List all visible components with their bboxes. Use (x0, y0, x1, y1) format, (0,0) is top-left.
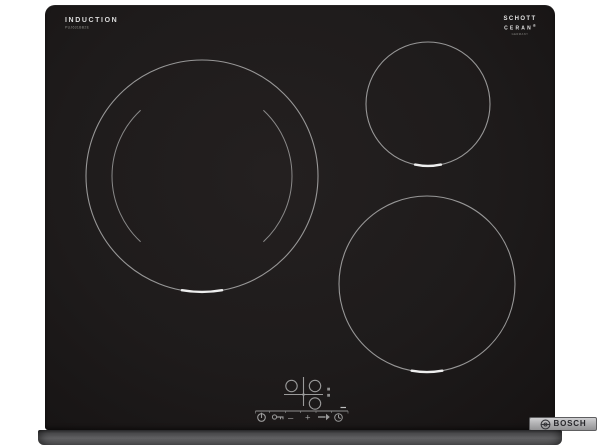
minus-key: – (288, 413, 294, 424)
control-strip (255, 410, 349, 414)
zone-left-large (85, 59, 319, 294)
zone-top-right (365, 41, 491, 168)
product-image: INDUCTION PUJ631BB2E SCHOTT CERAN® GERMA… (0, 0, 600, 448)
power-icon (257, 412, 266, 422)
plus-key: + (305, 413, 311, 424)
zone-notch (410, 369, 444, 374)
zone-map-icon (284, 377, 323, 410)
cooking-zones-graphics: – + (85, 41, 516, 424)
display-colon-dots (327, 387, 330, 397)
timer-clock-icon (334, 413, 343, 422)
front-trim (38, 430, 562, 445)
zone-notch (413, 163, 443, 168)
child-lock-key-icon (271, 414, 284, 420)
zone-notch (180, 289, 224, 294)
boost-icon (318, 413, 330, 421)
zone-bottom-right (338, 195, 516, 374)
